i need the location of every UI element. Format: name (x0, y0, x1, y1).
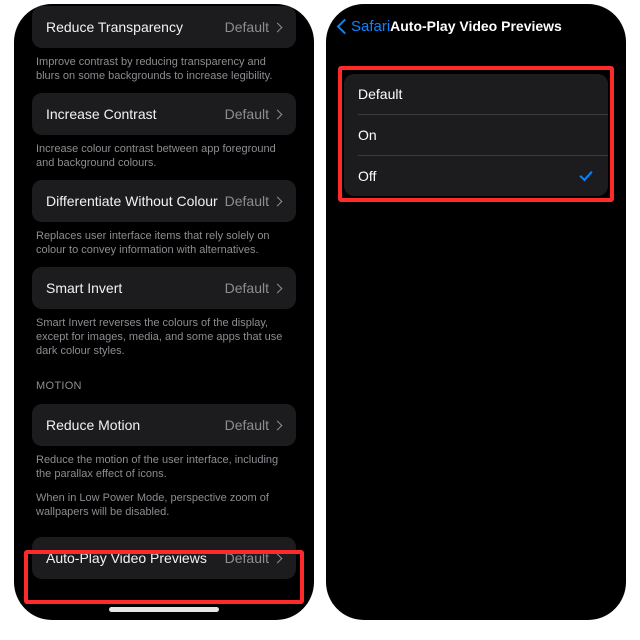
row-increase-contrast[interactable]: Increase Contrast Default (32, 93, 296, 135)
auto-play-detail-screen: Safari Auto-Play Video Previews Default … (326, 4, 626, 620)
row-value: Default (225, 417, 269, 433)
row-value: Default (225, 106, 269, 122)
chevron-right-icon (275, 108, 282, 120)
chevron-right-icon (275, 282, 282, 294)
row-label: Reduce Transparency (46, 19, 225, 35)
row-auto-play-video-previews[interactable]: Auto-Play Video Previews Default (32, 537, 296, 579)
row-label: Smart Invert (46, 280, 225, 296)
row-label: Increase Contrast (46, 106, 225, 122)
row-differentiate-without-colour[interactable]: Differentiate Without Colour Default (32, 180, 296, 222)
row-reduce-transparency[interactable]: Reduce Transparency Default (32, 6, 296, 48)
navbar: Safari Auto-Play Video Previews (326, 4, 626, 48)
row-label: Reduce Motion (46, 417, 225, 433)
chevron-right-icon (275, 552, 282, 564)
row-footnote: Increase colour contrast between app for… (32, 135, 296, 170)
option-label: On (358, 127, 594, 143)
row-reduce-motion[interactable]: Reduce Motion Default (32, 404, 296, 446)
row-footnote: Improve contrast by reducing transparenc… (32, 48, 296, 83)
option-label: Off (358, 168, 578, 184)
option-default[interactable]: Default (344, 74, 608, 114)
row-label: Auto-Play Video Previews (46, 550, 225, 566)
section-header-motion: MOTION (32, 358, 296, 394)
row-value: Default (225, 280, 269, 296)
row-footnote: When in Low Power Mode, perspective zoom… (32, 481, 296, 519)
row-footnote: Smart Invert reverses the colours of the… (32, 309, 296, 358)
checkmark-icon (578, 168, 594, 184)
home-indicator (109, 607, 219, 612)
row-smart-invert[interactable]: Smart Invert Default (32, 267, 296, 309)
settings-screen: Reduce Transparency Default Improve cont… (14, 4, 314, 620)
row-label: Differentiate Without Colour (46, 193, 225, 209)
option-off[interactable]: Off (344, 156, 608, 196)
back-button[interactable]: Safari (351, 18, 390, 35)
row-value: Default (225, 193, 269, 209)
chevron-right-icon (275, 21, 282, 33)
row-footnote: Replaces user interface items that rely … (32, 222, 296, 257)
option-on[interactable]: On (344, 115, 608, 155)
row-footnote: Reduce the motion of the user interface,… (32, 446, 296, 481)
option-label: Default (358, 86, 594, 102)
chevron-right-icon (275, 419, 282, 431)
row-value: Default (225, 550, 269, 566)
chevron-left-icon[interactable] (336, 17, 347, 35)
row-value: Default (225, 19, 269, 35)
chevron-right-icon (275, 195, 282, 207)
option-group: Default On Off (344, 74, 608, 196)
